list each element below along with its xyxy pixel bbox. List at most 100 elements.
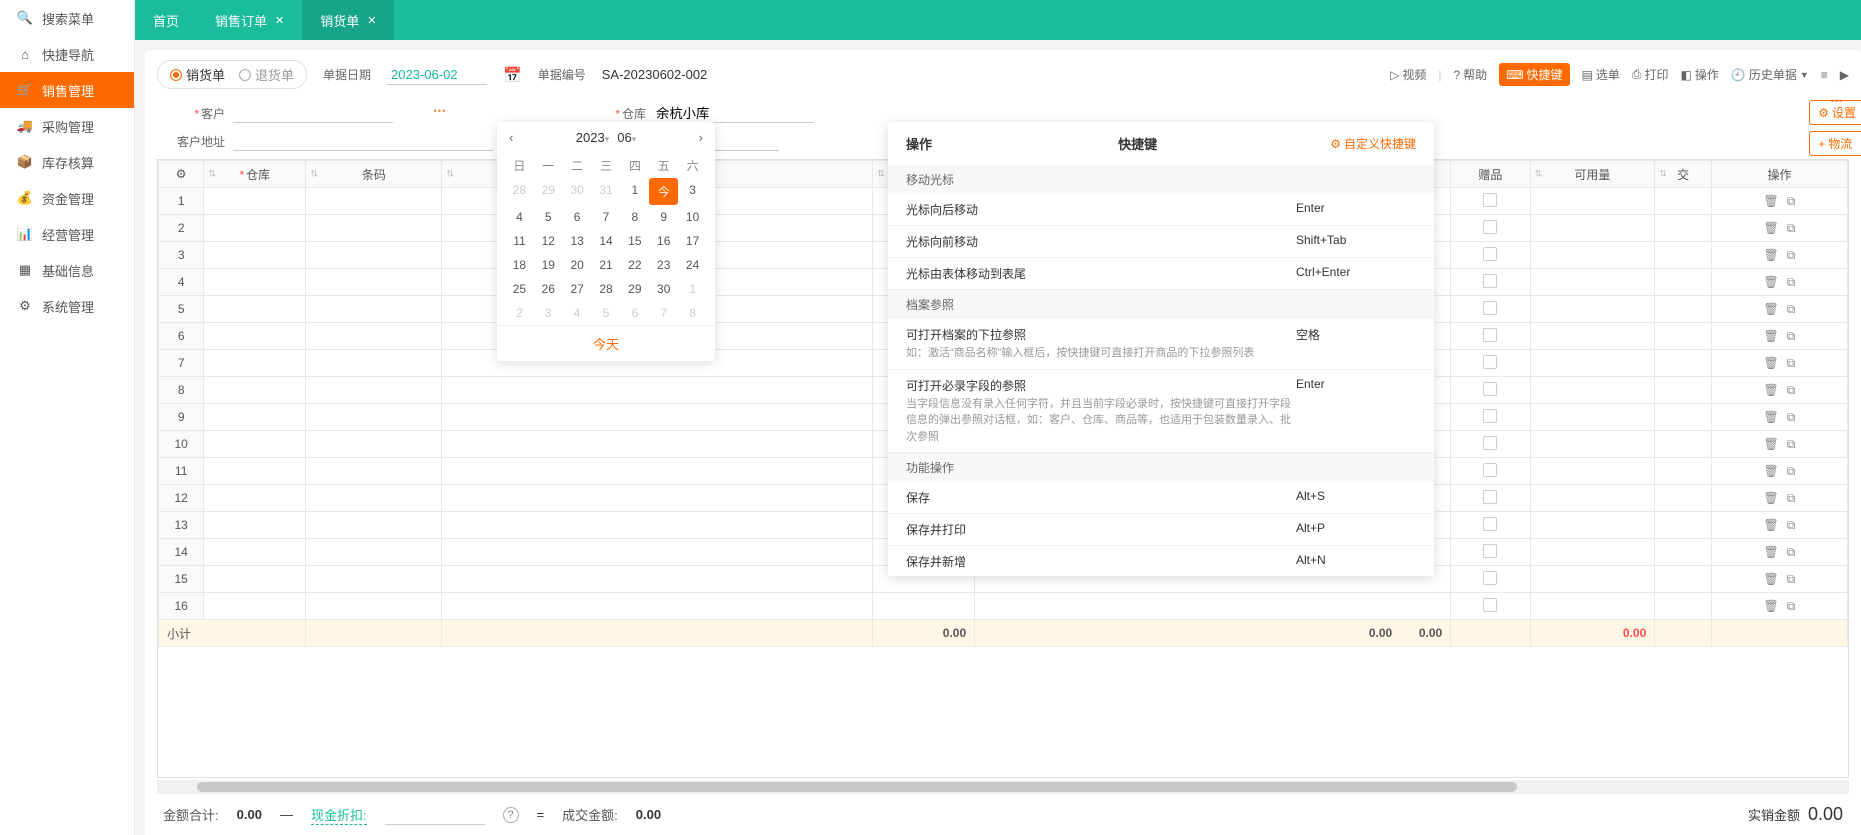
col-barcode[interactable]: ⇅条码 [306, 161, 442, 188]
cell[interactable] [204, 485, 306, 512]
cell[interactable] [306, 566, 442, 593]
copy-icon[interactable]: ⧉ [1787, 383, 1796, 398]
cell[interactable] [1530, 458, 1655, 485]
sidebar-item-6[interactable]: 📊经营管理 [0, 216, 134, 252]
cell[interactable] [1530, 215, 1655, 242]
prev-month-icon[interactable]: ‹ [509, 130, 513, 145]
sidebar-item-5[interactable]: 💰资金管理 [0, 180, 134, 216]
month-select[interactable]: 06▾ [617, 130, 636, 145]
tab-2[interactable]: 销货单✕ [302, 0, 394, 40]
cell[interactable] [1530, 404, 1655, 431]
delete-icon[interactable]: 🗑 [1764, 248, 1779, 263]
delete-icon[interactable]: 🗑 [1764, 194, 1779, 209]
cell[interactable] [1530, 350, 1655, 377]
tab-1[interactable]: 销售订单✕ [197, 0, 302, 40]
cell[interactable] [1655, 593, 1712, 620]
cell[interactable] [442, 485, 873, 512]
copy-icon[interactable]: ⧉ [1787, 437, 1796, 452]
cell[interactable] [442, 404, 873, 431]
cell[interactable] [442, 458, 873, 485]
delete-icon[interactable]: 🗑 [1764, 545, 1779, 560]
cell[interactable] [1655, 485, 1712, 512]
day-next[interactable]: 6 [620, 301, 649, 325]
cell[interactable] [975, 593, 1451, 620]
cell[interactable] [204, 188, 306, 215]
cell[interactable] [1655, 431, 1712, 458]
gift-cell[interactable] [1451, 377, 1530, 404]
day-3[interactable]: 3 [678, 178, 707, 205]
cell[interactable] [306, 242, 442, 269]
cell[interactable] [1530, 485, 1655, 512]
copy-icon[interactable]: ⧉ [1787, 194, 1796, 209]
cell[interactable] [1530, 512, 1655, 539]
cell[interactable] [306, 188, 442, 215]
checkbox[interactable] [1483, 436, 1497, 450]
day-7[interactable]: 7 [592, 205, 621, 229]
day-9[interactable]: 9 [649, 205, 678, 229]
day-prev[interactable]: 28 [505, 178, 534, 205]
cell[interactable] [306, 539, 442, 566]
delete-icon[interactable]: 🗑 [1764, 356, 1779, 371]
checkbox[interactable] [1483, 247, 1497, 261]
sidebar-item-1[interactable]: ⌂快捷导航 [0, 36, 134, 72]
sidebar-item-2[interactable]: 🛒销售管理 [0, 72, 134, 108]
col-warehouse[interactable]: ⇅*仓库 [204, 161, 306, 188]
copy-icon[interactable]: ⧉ [1787, 410, 1796, 425]
day-6[interactable]: 6 [563, 205, 592, 229]
day-next[interactable]: 5 [592, 301, 621, 325]
day-13[interactable]: 13 [563, 229, 592, 253]
day-11[interactable]: 11 [505, 229, 534, 253]
gift-cell[interactable] [1451, 512, 1530, 539]
cell[interactable] [204, 458, 306, 485]
day-1[interactable]: 1 [620, 178, 649, 205]
cell[interactable] [1655, 539, 1712, 566]
addr-input[interactable] [233, 131, 493, 151]
sidebar-item-7[interactable]: ▦基础信息 [0, 252, 134, 288]
gift-cell[interactable] [1451, 458, 1530, 485]
copy-icon[interactable]: ⧉ [1787, 464, 1796, 479]
gift-cell[interactable] [1451, 296, 1530, 323]
cell[interactable] [1655, 269, 1712, 296]
cell[interactable] [1655, 377, 1712, 404]
day-8[interactable]: 8 [620, 205, 649, 229]
cell[interactable] [306, 269, 442, 296]
cell[interactable] [306, 215, 442, 242]
col-avail[interactable]: ⇅可用量 [1530, 161, 1655, 188]
copy-icon[interactable]: ⧉ [1787, 572, 1796, 587]
cell[interactable] [204, 593, 306, 620]
table-row[interactable]: 16🗑⧉ [159, 593, 1848, 620]
checkbox[interactable] [1483, 544, 1497, 558]
day-next[interactable]: 8 [678, 301, 707, 325]
cell[interactable] [442, 512, 873, 539]
checkbox[interactable] [1483, 193, 1497, 207]
gift-cell[interactable] [1451, 566, 1530, 593]
checkbox[interactable] [1483, 328, 1497, 342]
calendar-icon[interactable]: 📅 [503, 66, 522, 84]
year-select[interactable]: 2023▾ [576, 130, 609, 145]
delete-icon[interactable]: 🗑 [1764, 329, 1779, 344]
cell[interactable] [1530, 566, 1655, 593]
select-doc-link[interactable]: ▤选单 [1582, 66, 1620, 83]
cell[interactable] [1530, 269, 1655, 296]
copy-icon[interactable]: ⧉ [1787, 329, 1796, 344]
print-link[interactable]: ⎙打印 [1632, 66, 1669, 83]
checkbox[interactable] [1483, 490, 1497, 504]
day-next[interactable]: 3 [534, 301, 563, 325]
today-button[interactable]: 今天 [497, 325, 715, 361]
day-20[interactable]: 20 [563, 253, 592, 277]
cell[interactable] [1655, 458, 1712, 485]
checkbox[interactable] [1483, 409, 1497, 423]
gift-cell[interactable] [1451, 269, 1530, 296]
cell[interactable] [306, 512, 442, 539]
checkbox[interactable] [1483, 517, 1497, 531]
day-18[interactable]: 18 [505, 253, 534, 277]
gift-cell[interactable] [1451, 188, 1530, 215]
cell[interactable] [306, 377, 442, 404]
radio-return[interactable]: 退货单 [239, 65, 294, 84]
cell[interactable] [1655, 296, 1712, 323]
day-28[interactable]: 28 [592, 277, 621, 301]
gift-cell[interactable] [1451, 593, 1530, 620]
copy-icon[interactable]: ⧉ [1787, 491, 1796, 506]
day-10[interactable]: 10 [678, 205, 707, 229]
sidebar-item-4[interactable]: 📦库存核算 [0, 144, 134, 180]
